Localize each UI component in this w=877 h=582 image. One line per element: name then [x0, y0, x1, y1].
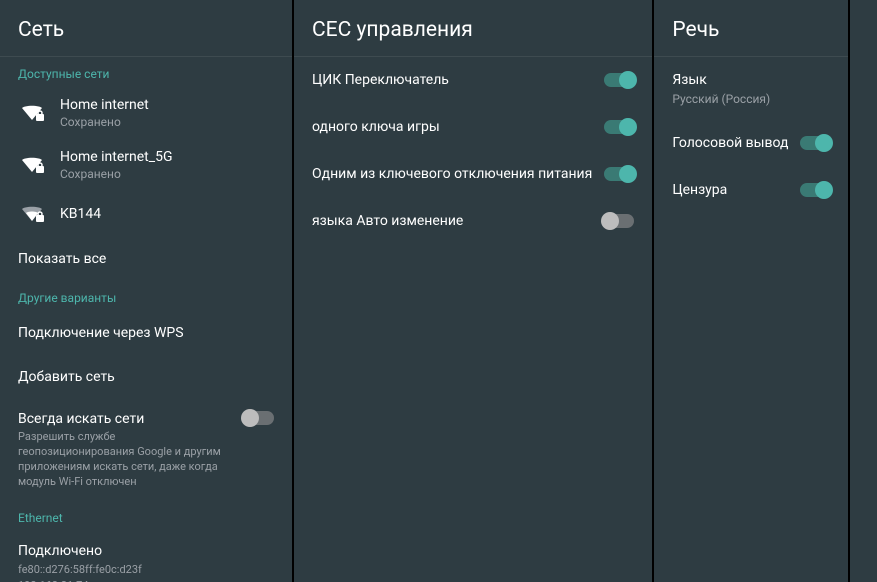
language-value: Русский (Россия) [672, 92, 830, 106]
wifi-name: Home internet [60, 97, 149, 113]
always-scan-row[interactable]: Всегда искать сети Разрешить службе геоп… [0, 399, 292, 501]
ethernet-status-row[interactable]: Подключено fe80::d276:58ff:fe0c:d23f 192… [0, 531, 292, 582]
language-row[interactable]: Язык Русский (Россия) [654, 57, 848, 120]
language-label: Язык [672, 71, 830, 90]
wifi-locked-icon [18, 152, 46, 178]
cec-auto-lang-row[interactable]: языка Авто изменение [294, 198, 652, 245]
cec-toggle[interactable] [604, 73, 634, 87]
voice-output-row[interactable]: Голосовой вывод [654, 120, 848, 167]
speech-item-label: Цензура [672, 181, 800, 200]
ethernet-label: Ethernet [0, 501, 292, 531]
censorship-row[interactable]: Цензура [654, 167, 848, 214]
cec-toggle[interactable] [604, 214, 634, 228]
ethernet-ipv4: 192.168.31.74 [18, 578, 274, 582]
available-networks-label: Доступные сети [0, 57, 292, 87]
cec-onekey-play-row[interactable]: одного ключа игры [294, 104, 652, 151]
always-scan-title: Всегда искать сети [18, 411, 234, 427]
wifi-locked-icon [18, 201, 46, 227]
add-network-button[interactable]: Добавить сеть [0, 355, 292, 399]
always-scan-toggle[interactable] [244, 411, 274, 425]
wifi-name: KB144 [60, 206, 101, 222]
speech-title: Речь [654, 0, 848, 57]
other-options-label: Другие варианты [0, 281, 292, 311]
wifi-name: Home internet_5G [60, 149, 173, 165]
wifi-network-row[interactable]: Home internet_5G Сохранено [0, 139, 292, 191]
speech-item-label: Голосовой вывод [672, 134, 800, 153]
ethernet-ipv6: fe80::d276:58ff:fe0c:d23f [18, 562, 274, 577]
wifi-network-row[interactable]: Home internet Сохранено [0, 87, 292, 139]
wifi-status: Сохранено [60, 115, 149, 129]
cec-switch-row[interactable]: ЦИК Переключатель [294, 57, 652, 104]
cec-item-label: Одним из ключевого отключения питания [312, 165, 604, 184]
ethernet-status: Подключено [18, 543, 274, 559]
cec-toggle[interactable] [604, 120, 634, 134]
cec-title: CEC управления [294, 0, 652, 57]
speech-panel: Речь Язык Русский (Россия) Голосовой выв… [654, 0, 850, 582]
cec-item-label: одного ключа игры [312, 118, 604, 137]
wifi-network-row[interactable]: KB144 [0, 191, 292, 237]
censorship-toggle[interactable] [800, 183, 830, 197]
network-panel: Сеть Доступные сети Home internet Сохран… [0, 0, 294, 582]
voice-output-toggle[interactable] [800, 136, 830, 150]
cec-panel: CEC управления ЦИК Переключатель одного … [294, 0, 654, 582]
wifi-locked-icon [18, 100, 46, 126]
cec-item-label: ЦИК Переключатель [312, 71, 604, 90]
wifi-status: Сохранено [60, 167, 173, 181]
cec-toggle[interactable] [604, 167, 634, 181]
show-all-button[interactable]: Показать все [0, 237, 292, 281]
cec-item-label: языка Авто изменение [312, 212, 604, 231]
wps-button[interactable]: Подключение через WPS [0, 311, 292, 355]
network-title: Сеть [0, 0, 292, 57]
cec-onekey-poweroff-row[interactable]: Одним из ключевого отключения питания [294, 151, 652, 198]
always-scan-desc: Разрешить службе геопозиционирования Goo… [18, 430, 234, 489]
